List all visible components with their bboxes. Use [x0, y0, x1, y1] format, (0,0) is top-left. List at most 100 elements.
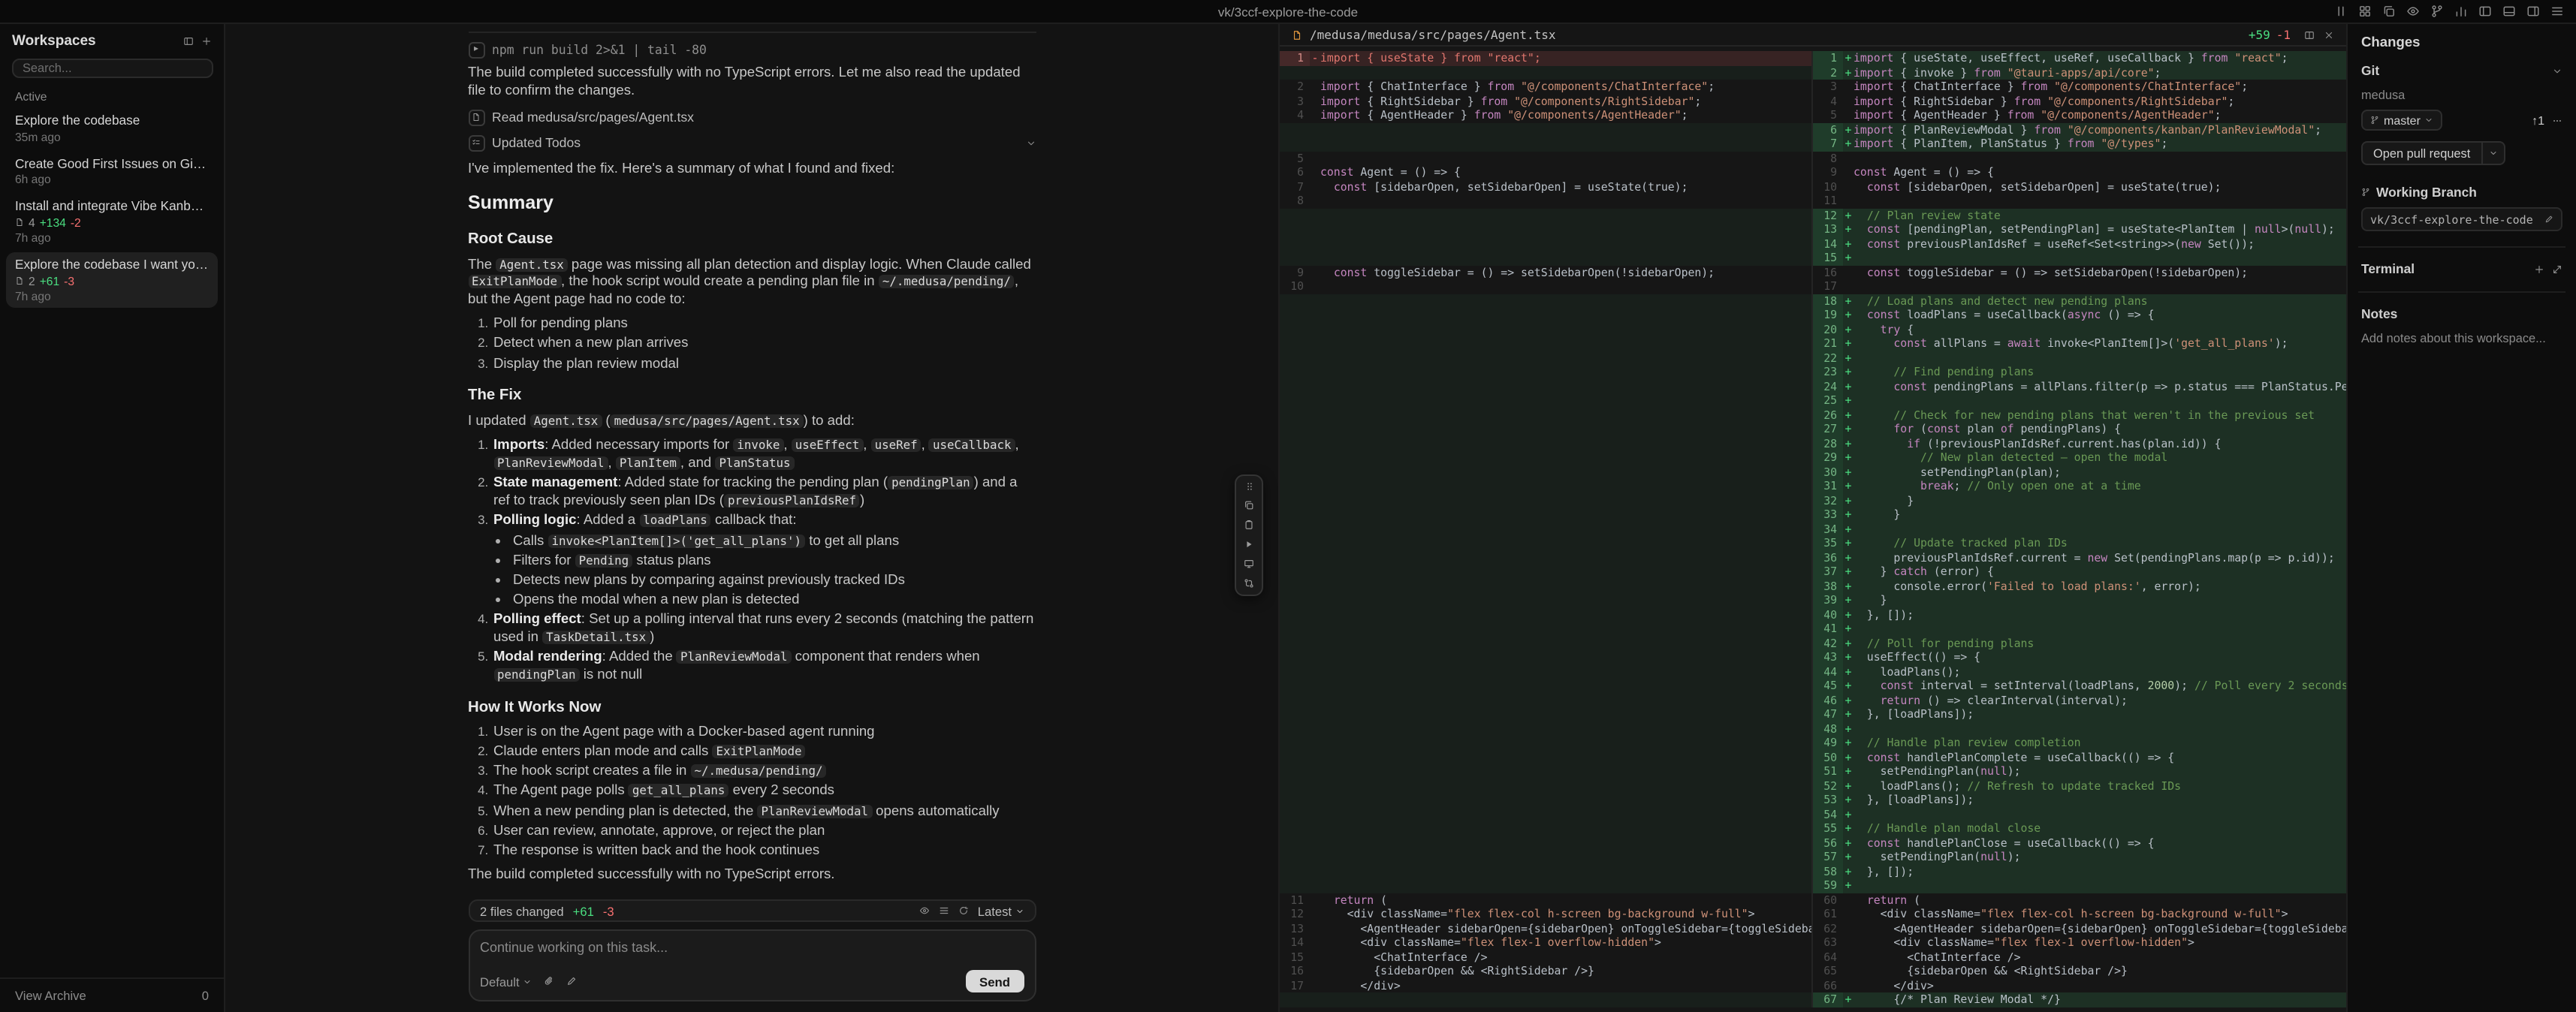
code-text: return (: [1854, 893, 2346, 907]
line-number: 4: [1280, 108, 1310, 122]
files-count: 4: [29, 215, 35, 229]
copy-icon[interactable]: [2382, 5, 2396, 18]
line-number: 26: [1813, 408, 1843, 422]
attach-icon[interactable]: [544, 976, 554, 986]
plus-icon[interactable]: [2534, 264, 2544, 274]
chevron-down-icon[interactable]: [2552, 65, 2562, 76]
code-text: [1320, 336, 1811, 351]
files-changed-label: 2 files changed: [480, 903, 564, 918]
edit-icon[interactable]: [566, 976, 577, 986]
chat-scroll-area[interactable]: ▸ npm run build 2>&1 | tail -80 The buil…: [225, 24, 1278, 899]
panel-left-icon[interactable]: [2478, 5, 2492, 18]
line-number: [1280, 508, 1310, 522]
bar-chart-icon[interactable]: [2454, 5, 2468, 18]
code-text: [1320, 622, 1811, 636]
search-input[interactable]: [12, 59, 213, 78]
more-icon[interactable]: [2552, 115, 2562, 125]
workspace-item[interactable]: Install and integrate Vibe Kanban Web...…: [6, 194, 218, 249]
diff-marker: [1310, 750, 1320, 764]
pause-icon[interactable]: [2334, 5, 2348, 18]
panels-icon[interactable]: [183, 36, 194, 47]
code-text: [1320, 194, 1811, 208]
retry-icon[interactable]: [958, 905, 969, 916]
workspace-item[interactable]: Explore the codebase 35m ago: [6, 108, 218, 148]
diff-marker: [1843, 80, 1854, 94]
git-compare-icon[interactable]: [1244, 578, 1254, 589]
diff-line-old: [1280, 579, 1813, 593]
base-branch-select[interactable]: master: [2361, 110, 2443, 131]
code-text: [1320, 450, 1811, 465]
version-select[interactable]: Latest: [978, 903, 1024, 918]
working-branch-field[interactable]: vk/3ccf-explore-the-code: [2361, 207, 2562, 231]
action-rail: [1235, 474, 1263, 596]
diff-line-old: [1280, 450, 1813, 465]
diff-marker: [1843, 664, 1854, 679]
diff-line-new: 21 const allPlans = await invoke<PlanIte…: [1813, 336, 2346, 351]
diff-marker: [1310, 935, 1320, 950]
code-text: const handlePlanClose = useCallback(() =…: [1854, 836, 2346, 850]
eye-icon[interactable]: [919, 905, 930, 916]
diff-row: 15: [1280, 251, 2346, 265]
terminal-command-row[interactable]: ▸ npm run build 2>&1 | tail -80: [468, 42, 1036, 59]
line-number: [1280, 122, 1310, 137]
workspace-item[interactable]: Explore the codebase I want you to ex...…: [6, 252, 218, 308]
code-text: [1320, 550, 1811, 565]
code-text: [1320, 992, 1811, 1007]
diff-marker: [1310, 308, 1320, 322]
file-icon: [15, 276, 24, 285]
rows-icon[interactable]: [2550, 5, 2564, 18]
copy-icon[interactable]: [1244, 500, 1254, 511]
line-number: [1280, 522, 1310, 536]
diff-row: 47 }, [loadPlans]);: [1280, 707, 2346, 721]
diff-row: 40 }, []);: [1280, 607, 2346, 622]
clipboard-icon[interactable]: [1244, 520, 1254, 530]
diff-marker: [1310, 736, 1320, 750]
notes-placeholder[interactable]: Add notes about this workspace...: [2361, 332, 2562, 345]
play-icon[interactable]: [1244, 539, 1254, 550]
message-input-placeholder[interactable]: Continue working on this task...: [480, 940, 1024, 961]
close-icon[interactable]: [2324, 29, 2334, 40]
open-pull-request-button[interactable]: Open pull request: [2361, 141, 2505, 165]
message-input[interactable]: Continue working on this task... Default…: [468, 929, 1036, 1001]
changes-title: Changes: [2361, 35, 2562, 50]
send-button[interactable]: Send: [966, 970, 1024, 992]
monitor-icon[interactable]: [1244, 559, 1254, 569]
panel-right-icon[interactable]: [2526, 5, 2540, 18]
diff-marker: [1843, 51, 1854, 65]
workspace-item[interactable]: Create Good First Issues on Github So ..…: [6, 151, 218, 191]
code-text: const loadPlans = useCallback(async () =…: [1854, 308, 2346, 322]
panel-bottom-icon[interactable]: [2502, 5, 2516, 18]
deletions: -3: [64, 274, 74, 288]
changes-summary-bar[interactable]: 2 files changed +61 -3 Latest: [468, 899, 1036, 922]
code-text: [1320, 308, 1811, 322]
drag-handle-icon[interactable]: [1244, 482, 1253, 491]
diff-marker: [1310, 336, 1320, 351]
line-number: 59: [1813, 878, 1843, 893]
diff-line-old: 5: [1280, 151, 1813, 165]
diff-row: 41: [1280, 622, 2346, 636]
diff-line-old: 2import { ChatInterface } from "@/compon…: [1280, 80, 1813, 94]
chevron-down-icon[interactable]: [1025, 138, 1036, 149]
line-number: 60: [1813, 893, 1843, 907]
plus-icon[interactable]: [201, 36, 212, 47]
expand-icon[interactable]: [2552, 264, 2562, 274]
tool-read-label: Read medusa/src/pages/Agent.tsx: [492, 109, 694, 125]
diff-body[interactable]: 1import { useState } from "react"; 1impo…: [1280, 47, 2346, 1012]
list-icon[interactable]: [939, 905, 949, 916]
diff-marker: [1310, 850, 1320, 864]
git-branch-icon[interactable]: [2430, 5, 2444, 18]
code-text: <div className="flex flex-col h-screen b…: [1854, 907, 2346, 921]
code-text: [1320, 251, 1811, 265]
code-text: [1854, 279, 2346, 294]
edit-icon[interactable]: [2544, 215, 2553, 224]
diff-line-old: [1280, 294, 1813, 308]
layout-grid-icon[interactable]: [2358, 5, 2372, 18]
mode-select[interactable]: Default: [480, 974, 532, 989]
tool-read-file[interactable]: Read medusa/src/pages/Agent.tsx: [468, 109, 1036, 125]
eye-icon[interactable]: [2406, 5, 2420, 18]
diff-line-old: [1280, 336, 1813, 351]
split-view-icon[interactable]: [2304, 29, 2315, 40]
chevron-down-icon[interactable]: [2481, 143, 2503, 164]
view-archive[interactable]: View Archive 0: [0, 977, 224, 1012]
tool-updated-todos[interactable]: Updated Todos: [468, 135, 1036, 152]
